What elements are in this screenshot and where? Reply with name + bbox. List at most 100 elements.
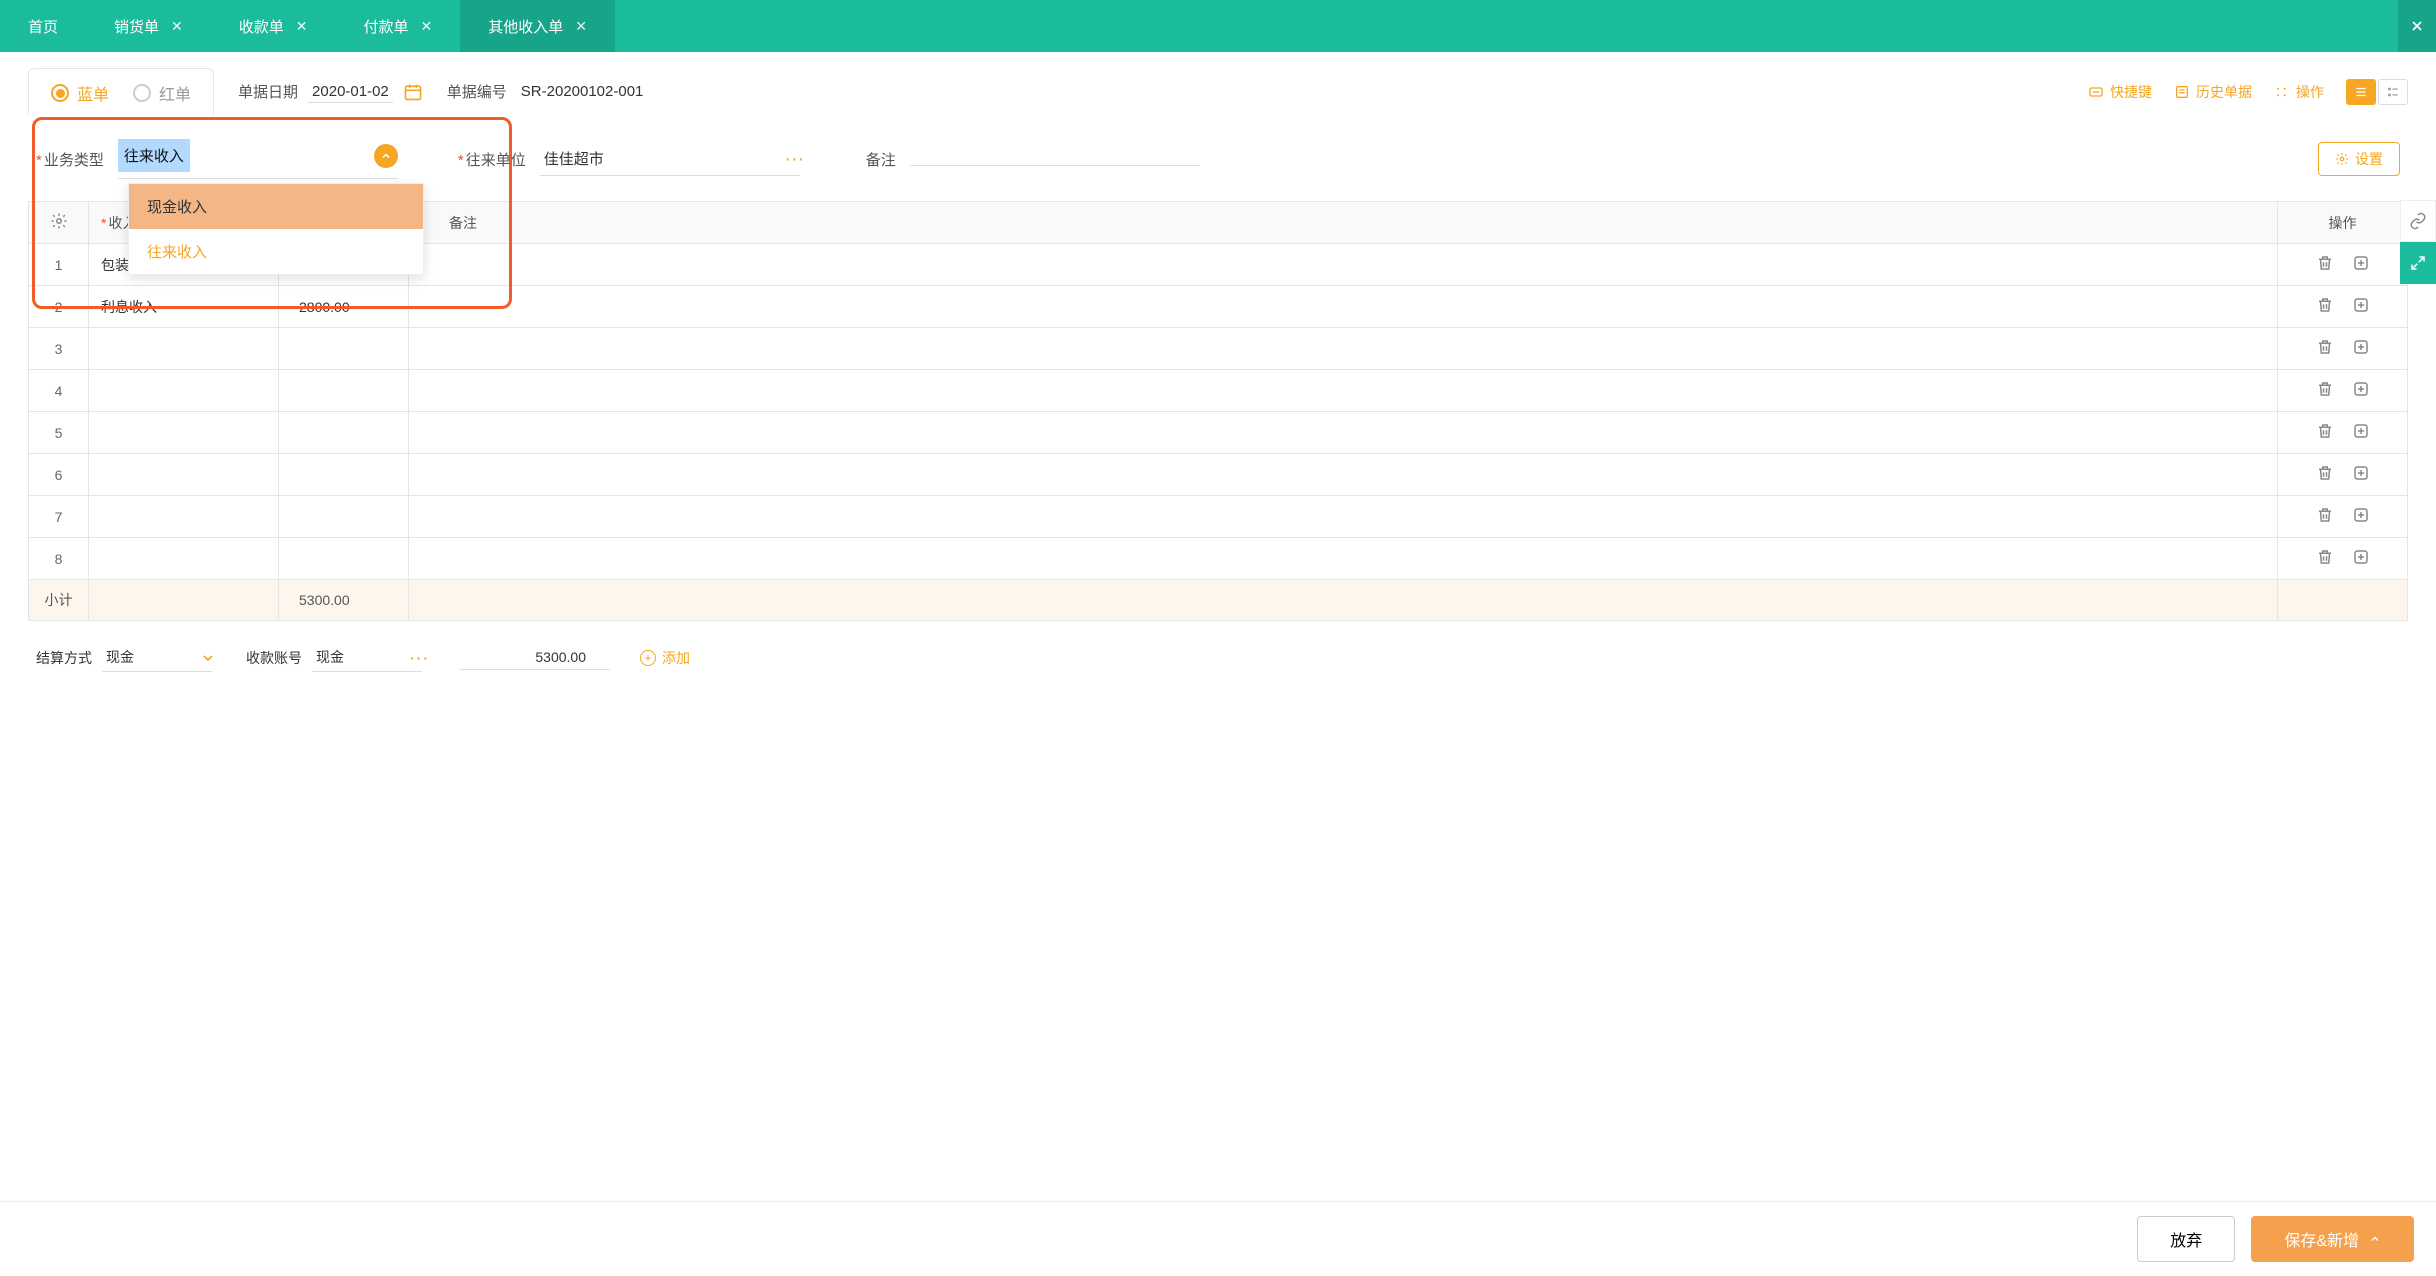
remark-input[interactable] (910, 153, 1200, 166)
link-icon[interactable] (2400, 200, 2436, 242)
payment-row: 结算方式 现金 收款账号 现金 ··· 5300.00 + 添加 (12, 621, 2424, 694)
cell-remark[interactable] (409, 496, 2278, 538)
table-row[interactable]: 6 (29, 454, 2408, 496)
footer: 放弃 保存&新增 (0, 1201, 2436, 1276)
history-link[interactable]: 历史单据 (2174, 82, 2252, 102)
row-index: 3 (29, 328, 89, 370)
ops-link[interactable]: 操作 (2274, 82, 2324, 102)
gear-icon[interactable] (50, 212, 68, 230)
add-row-icon[interactable] (2352, 548, 2370, 566)
close-icon[interactable]: ✕ (171, 18, 183, 35)
payment-amount[interactable]: 5300.00 (460, 645, 610, 670)
cell-remark[interactable] (409, 286, 2278, 328)
cell-amount[interactable] (279, 370, 409, 412)
dropdown-option-cash[interactable]: 现金收入 (129, 184, 423, 229)
trash-icon[interactable] (2316, 254, 2334, 272)
cell-amount[interactable] (279, 412, 409, 454)
discard-button[interactable]: 放弃 (2137, 1216, 2235, 1262)
add-button[interactable]: + 添加 (640, 648, 690, 668)
cell-amount[interactable] (279, 538, 409, 580)
subtotal-value: 5300.00 (279, 580, 409, 621)
trash-icon[interactable] (2316, 296, 2334, 314)
add-row-icon[interactable] (2352, 506, 2370, 524)
trash-icon[interactable] (2316, 338, 2334, 356)
cell-name[interactable] (89, 454, 279, 496)
cell-name[interactable] (89, 538, 279, 580)
side-rail (2400, 200, 2436, 284)
settings-button[interactable]: 设置 (2318, 142, 2400, 176)
biz-type-label: *业务类型 (36, 149, 104, 170)
add-row-icon[interactable] (2352, 380, 2370, 398)
cell-amount[interactable]: 2800.00 (279, 286, 409, 328)
cell-name[interactable] (89, 328, 279, 370)
trash-icon[interactable] (2316, 548, 2334, 566)
cell-remark[interactable] (409, 412, 2278, 454)
more-icon[interactable]: ··· (410, 650, 430, 666)
tab-home[interactable]: 首页 (0, 0, 86, 52)
account-label: 收款账号 (246, 648, 302, 668)
trash-icon[interactable] (2316, 506, 2334, 524)
method-label: 结算方式 (36, 648, 92, 668)
table-row[interactable]: 5 (29, 412, 2408, 454)
account-input[interactable]: 现金 (312, 643, 422, 672)
dropdown-option-credit[interactable]: 往来收入 (129, 229, 423, 274)
cell-remark[interactable] (409, 538, 2278, 580)
trash-icon[interactable] (2316, 380, 2334, 398)
cell-name[interactable] (89, 370, 279, 412)
cell-remark[interactable] (409, 370, 2278, 412)
tab-sales[interactable]: 销货单✕ (86, 0, 211, 52)
calendar-icon[interactable] (403, 82, 423, 102)
tab-payment[interactable]: 付款单✕ (336, 0, 461, 52)
tab-other-income[interactable]: 其他收入单✕ (460, 0, 615, 52)
table-row[interactable]: 8 (29, 538, 2408, 580)
close-panel-button[interactable] (2398, 0, 2436, 52)
table-row[interactable]: 3 (29, 328, 2408, 370)
add-row-icon[interactable] (2352, 338, 2370, 356)
chevron-down-icon[interactable] (200, 650, 216, 666)
tab-receipt[interactable]: 收款单✕ (211, 0, 336, 52)
cell-amount[interactable] (279, 328, 409, 370)
add-row-icon[interactable] (2352, 296, 2370, 314)
biz-type-input[interactable]: 往来收入 (118, 139, 190, 172)
cell-name[interactable]: 利息收入 (89, 286, 279, 328)
more-icon[interactable]: ··· (786, 151, 806, 167)
view-list-button[interactable] (2346, 79, 2376, 105)
close-icon[interactable]: ✕ (421, 18, 433, 35)
expand-icon[interactable] (2400, 242, 2436, 284)
cell-remark[interactable] (409, 454, 2278, 496)
row-index: 7 (29, 496, 89, 538)
save-button[interactable]: 保存&新增 (2251, 1216, 2414, 1262)
cell-name[interactable] (89, 412, 279, 454)
view-detail-button[interactable] (2378, 79, 2408, 105)
doc-label: 单据编号 (447, 81, 507, 102)
trash-icon[interactable] (2316, 422, 2334, 440)
cell-amount[interactable] (279, 496, 409, 538)
row-index: 5 (29, 412, 89, 454)
add-row-icon[interactable] (2352, 254, 2370, 272)
party-input[interactable]: 佳佳超市 (540, 142, 800, 176)
close-icon[interactable]: ✕ (575, 18, 587, 35)
col-actions: 操作 (2278, 202, 2408, 244)
chevron-up-icon[interactable] (374, 144, 398, 168)
row-index: 8 (29, 538, 89, 580)
date-label: 单据日期 (238, 81, 298, 102)
add-row-icon[interactable] (2352, 464, 2370, 482)
table-row[interactable]: 7 (29, 496, 2408, 538)
doc-value: SR-20200102-001 (517, 81, 648, 102)
radio-red[interactable]: 红单 (133, 81, 191, 105)
shortcut-link[interactable]: 快捷键 (2088, 82, 2152, 102)
cell-amount[interactable] (279, 454, 409, 496)
date-value[interactable]: 2020-01-02 (308, 81, 393, 103)
cell-remark[interactable] (409, 244, 2278, 286)
close-icon[interactable]: ✕ (296, 18, 308, 35)
add-row-icon[interactable] (2352, 422, 2370, 440)
form-row: *业务类型 往来收入 现金收入 往来收入 *往来单位 佳佳超市 ··· 备注 (12, 127, 2424, 191)
radio-blue[interactable]: 蓝单 (51, 81, 109, 105)
doc-header: 蓝单 红单 单据日期 2020-01-02 单据编号 SR-20200102-0… (12, 64, 2424, 127)
method-input[interactable]: 现金 (102, 643, 212, 672)
table-row[interactable]: 4 (29, 370, 2408, 412)
cell-name[interactable] (89, 496, 279, 538)
cell-remark[interactable] (409, 328, 2278, 370)
trash-icon[interactable] (2316, 464, 2334, 482)
table-row[interactable]: 2 利息收入 2800.00 (29, 286, 2408, 328)
